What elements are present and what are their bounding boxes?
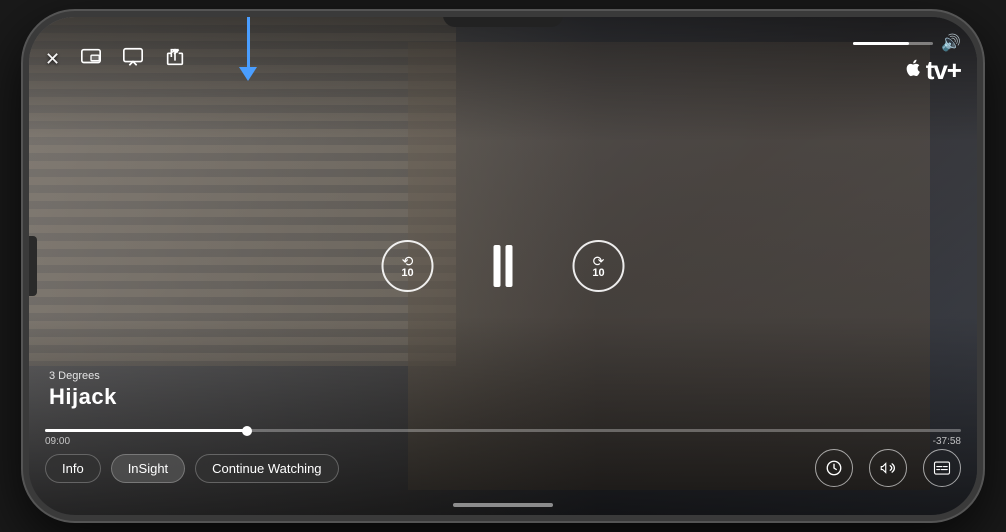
pip-icon — [80, 46, 102, 68]
rewind-10-button[interactable]: ⟲ 10 — [382, 240, 434, 292]
side-camera — [29, 236, 37, 296]
subtitles-button[interactable] — [923, 449, 961, 487]
volume-bar[interactable] — [853, 42, 933, 45]
pause-button[interactable] — [494, 245, 513, 287]
time-remaining: -37:58 — [933, 436, 961, 447]
time-current: 09:00 — [45, 436, 70, 447]
top-right-controls: 🔊 tv+ — [853, 33, 961, 86]
airplay-arrow-indicator — [239, 17, 257, 81]
progress-times: 09:00 -37:58 — [45, 436, 961, 447]
playback-speed-button[interactable] — [815, 449, 853, 487]
apple-logo-svg — [902, 57, 924, 79]
forward-10-button[interactable]: ⟳ 10 — [573, 240, 625, 292]
rewind-seconds-label: 10 — [401, 268, 413, 279]
appletv-brand-text: tv+ — [899, 55, 961, 86]
progress-thumb[interactable] — [242, 426, 252, 436]
arrow-shaft — [247, 17, 250, 67]
subtitles-icon — [933, 459, 951, 477]
share-button[interactable] — [164, 46, 186, 73]
episode-label: 3 Degrees — [49, 370, 117, 382]
speed-icon — [825, 459, 843, 477]
arrow-head — [239, 67, 257, 81]
info-button[interactable]: Info — [45, 454, 101, 483]
pill-buttons-group: Info InSight Continue Watching — [45, 454, 339, 483]
home-indicator[interactable] — [453, 503, 553, 507]
volume-icon: 🔊 — [941, 33, 961, 53]
airplay-icon — [122, 46, 144, 68]
appletv-logo: 🔊 tv+ — [853, 33, 961, 86]
center-playback-controls: ⟲ 10 ⟳ 10 — [382, 240, 625, 292]
top-controls-bar: ✕ — [45, 33, 961, 86]
tv-plus-text: tv+ — [926, 55, 961, 86]
airplay-button[interactable] — [122, 46, 144, 73]
insight-button[interactable]: InSight — [111, 454, 185, 483]
top-left-controls: ✕ — [45, 46, 186, 73]
pause-bar-right — [506, 245, 513, 287]
volume-fill — [853, 42, 909, 45]
rewind-arrows-icon: ⟲ — [402, 254, 414, 268]
progress-bar[interactable] — [45, 429, 961, 432]
progress-fill — [45, 429, 247, 432]
progress-area: 09:00 -37:58 — [45, 429, 961, 447]
show-title: Hijack — [49, 384, 117, 410]
audio-icon — [879, 459, 897, 477]
continue-watching-button[interactable]: Continue Watching — [195, 454, 338, 483]
bottom-buttons-row: Info InSight Continue Watching — [45, 449, 961, 487]
forward-seconds-label: 10 — [592, 268, 604, 279]
phone-frame: ✕ — [23, 11, 983, 521]
audio-button[interactable] — [869, 449, 907, 487]
volume-control[interactable]: 🔊 — [853, 33, 961, 53]
pause-bar-left — [494, 245, 501, 287]
close-button[interactable]: ✕ — [45, 49, 60, 70]
right-action-icons — [815, 449, 961, 487]
forward-arrows-icon: ⟳ — [593, 254, 605, 268]
share-icon — [164, 46, 186, 68]
title-info: 3 Degrees Hijack — [49, 370, 117, 410]
pip-button[interactable] — [80, 46, 102, 73]
